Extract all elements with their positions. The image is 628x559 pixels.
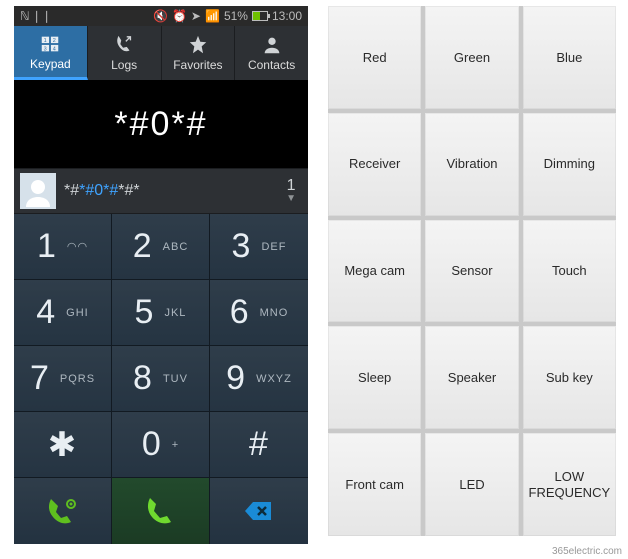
video-call-icon [45, 493, 81, 529]
key-9[interactable]: 9 WXYZ [210, 346, 308, 412]
key-digit: 0 [142, 425, 162, 464]
star-icon [187, 34, 209, 56]
signal-icon: 📶 [205, 9, 220, 23]
key-2[interactable]: 2 ABC [112, 214, 210, 280]
suggestion-pre: *# [64, 182, 79, 199]
test-touch[interactable]: Touch [523, 220, 616, 323]
keypad-icon: 1234 [39, 33, 61, 55]
dialed-number-display: *#0*# [14, 80, 308, 168]
suggestion-post: *#* [118, 182, 139, 199]
tab-contacts[interactable]: Contacts [235, 26, 308, 80]
key-8[interactable]: 8 TUV [112, 346, 210, 412]
phone-icon [143, 493, 179, 529]
test-sub-key[interactable]: Sub key [523, 326, 616, 429]
dialer-tabs: 1234 Keypad Logs Favorites Contacts [14, 26, 308, 80]
key-6[interactable]: 6 MNO [210, 280, 308, 346]
svg-text:1: 1 [44, 38, 47, 44]
backspace-button[interactable] [210, 478, 308, 544]
key-digit: 2 [133, 227, 153, 266]
phone-dialer-screen: ℕ ❘❘ 🔇 ⏰ ➤ 📶 51% 13:00 1234 Keypad Logs [14, 6, 308, 544]
key-letters: MNO [260, 307, 289, 319]
vibrate-icon: 🔇 [153, 9, 168, 23]
clock: 13:00 [272, 9, 302, 23]
dialer-keypad: 1◠◠ 2ABC 3DEF 4GHI 5JKL 6MNO 7PQRS 8TUV … [14, 214, 308, 478]
tab-label: Contacts [248, 58, 295, 72]
test-blue[interactable]: Blue [523, 6, 616, 109]
key-digit: 5 [135, 293, 155, 332]
key-star[interactable]: ✱ [14, 412, 112, 478]
key-7[interactable]: 7 PQRS [14, 346, 112, 412]
key-letters: WXYZ [256, 373, 292, 385]
diagnostic-test-grid: Red Green Blue Receiver Vibration Dimmin… [328, 6, 616, 536]
test-low-frequency[interactable]: LOW FREQUENCY [523, 433, 616, 536]
contact-suggestion[interactable]: *#*#0*#*#* 1 ▼ [14, 168, 308, 214]
test-green[interactable]: Green [425, 6, 518, 109]
test-front-cam[interactable]: Front cam [328, 433, 421, 536]
key-5[interactable]: 5 JKL [112, 280, 210, 346]
key-4[interactable]: 4 GHI [14, 280, 112, 346]
test-speaker[interactable]: Speaker [425, 326, 518, 429]
suggestion-count-dropdown[interactable]: 1 ▼ [274, 178, 308, 204]
test-vibration[interactable]: Vibration [425, 113, 518, 216]
key-digit: 9 [226, 359, 246, 398]
key-hash[interactable]: # [210, 412, 308, 478]
test-mega-cam[interactable]: Mega cam [328, 220, 421, 323]
key-digit: 3 [232, 227, 252, 266]
test-led[interactable]: LED [425, 433, 518, 536]
status-bar: ℕ ❘❘ 🔇 ⏰ ➤ 📶 51% 13:00 [14, 6, 308, 26]
tab-label: Logs [111, 58, 137, 72]
mute-icon: ❘❘ [32, 9, 52, 23]
voicemail-icon: ◠◠ [67, 240, 88, 253]
tab-label: Keypad [30, 57, 71, 71]
call-button[interactable] [112, 478, 210, 544]
nfc-icon: ℕ [20, 9, 30, 23]
key-letters: ABC [163, 241, 189, 253]
key-letters: PQRS [60, 373, 95, 385]
person-icon [261, 34, 283, 56]
key-digit: ✱ [48, 425, 78, 465]
key-digit: 4 [36, 293, 56, 332]
key-letters: GHI [66, 307, 89, 319]
key-letters: JKL [164, 307, 186, 319]
tab-logs[interactable]: Logs [88, 26, 162, 80]
test-sensor[interactable]: Sensor [425, 220, 518, 323]
key-0[interactable]: 0+ [112, 412, 210, 478]
svg-text:2: 2 [53, 38, 56, 44]
key-digit: 7 [30, 359, 50, 398]
tab-label: Favorites [173, 58, 222, 72]
key-letters: + [172, 439, 179, 451]
logs-icon [113, 34, 135, 56]
suggestion-text: *#*#0*#*#* [64, 182, 140, 200]
key-digit: 1 [37, 227, 57, 266]
key-letters: DEF [261, 241, 286, 253]
battery-percent: 51% [224, 9, 248, 23]
test-dimming[interactable]: Dimming [523, 113, 616, 216]
gps-icon: ➤ [191, 9, 201, 23]
backspace-icon [241, 493, 277, 529]
key-3[interactable]: 3 DEF [210, 214, 308, 280]
key-digit: 6 [230, 293, 250, 332]
suggestion-count-value: 1 [287, 177, 296, 194]
svg-text:4: 4 [53, 46, 56, 52]
chevron-down-icon: ▼ [286, 194, 296, 204]
dialer-actions [14, 478, 308, 544]
key-digit: # [249, 425, 269, 464]
alarm-icon: ⏰ [172, 9, 187, 23]
test-receiver[interactable]: Receiver [328, 113, 421, 216]
avatar-placeholder-icon [18, 171, 58, 211]
watermark: 365electric.com [552, 546, 622, 557]
test-sleep[interactable]: Sleep [328, 326, 421, 429]
svg-text:3: 3 [44, 46, 47, 52]
tab-favorites[interactable]: Favorites [162, 26, 236, 80]
tab-keypad[interactable]: 1234 Keypad [14, 26, 88, 80]
video-call-button[interactable] [14, 478, 112, 544]
key-1[interactable]: 1 ◠◠ [14, 214, 112, 280]
test-red[interactable]: Red [328, 6, 421, 109]
key-digit: 8 [133, 359, 153, 398]
suggestion-match: *#0*# [79, 182, 118, 199]
battery-icon [252, 11, 268, 21]
key-letters: TUV [163, 373, 188, 385]
